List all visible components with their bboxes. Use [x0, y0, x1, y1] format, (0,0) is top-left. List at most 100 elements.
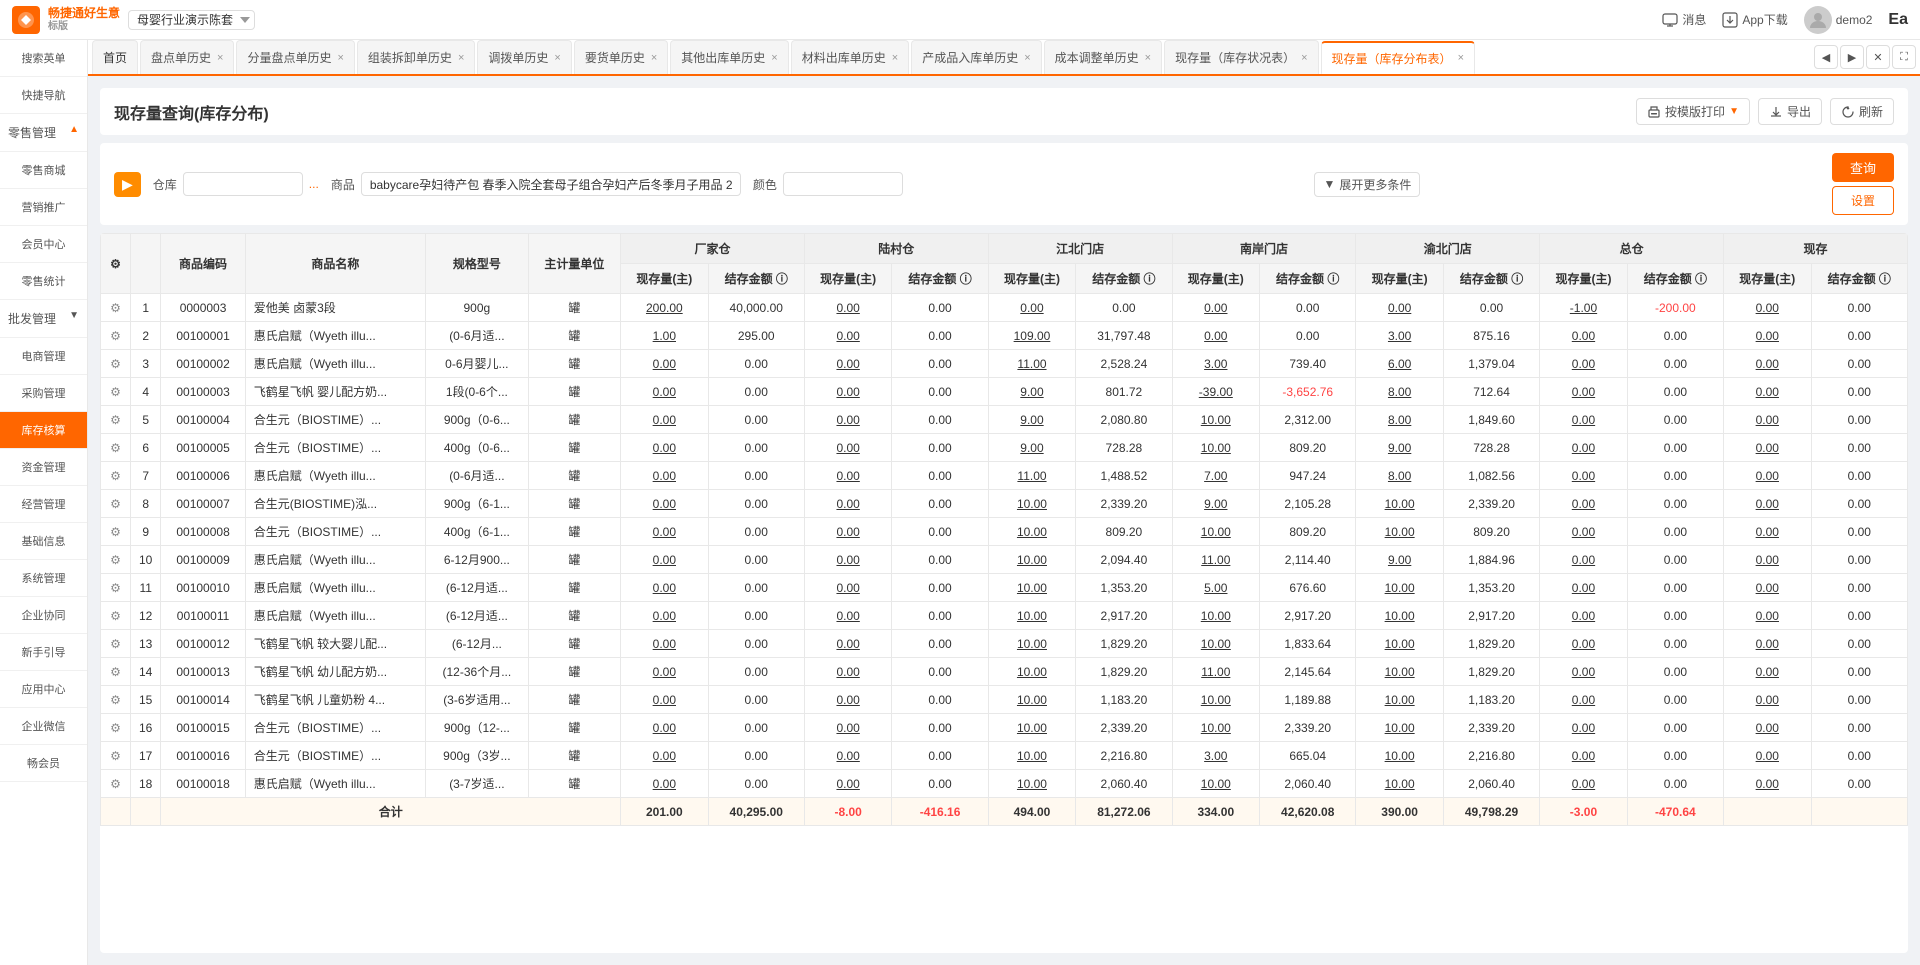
tab-close[interactable]: × [651, 52, 657, 64]
tab-transfer[interactable]: 调拨单历史× [477, 40, 571, 74]
row-yb-qty[interactable]: 0.00 [1356, 294, 1444, 322]
row-settings[interactable]: ⚙ [101, 322, 131, 350]
row-t-qty[interactable]: 0.00 [1540, 630, 1628, 658]
row-t-qty[interactable]: 0.00 [1540, 434, 1628, 462]
query-btn[interactable]: 查询 [1832, 153, 1894, 182]
row-settings[interactable]: ⚙ [101, 406, 131, 434]
row-cur-qty[interactable]: 0.00 [1724, 686, 1812, 714]
row-f-qty[interactable]: 0.00 [621, 490, 709, 518]
row-jb-qty[interactable]: 9.00 [988, 434, 1076, 462]
row-t-qty[interactable]: 0.00 [1540, 322, 1628, 350]
row-yb-qty[interactable]: 9.00 [1356, 546, 1444, 574]
row-settings[interactable]: ⚙ [101, 434, 131, 462]
tab-close[interactable]: × [554, 52, 560, 64]
row-f-qty[interactable]: 0.00 [621, 714, 709, 742]
row-na-qty[interactable]: 10.00 [1172, 770, 1260, 798]
tab-stock-status[interactable]: 现存量（库存状况表）× [1164, 40, 1318, 74]
sidebar-item-wholesale[interactable]: 批发管理▼ [0, 300, 87, 338]
sidebar-item-inventory[interactable]: 库存核算 [0, 412, 87, 449]
row-t-qty[interactable]: 0.00 [1540, 714, 1628, 742]
tab-next-btn[interactable]: ▶ [1840, 45, 1864, 69]
row-jb-qty[interactable]: 11.00 [988, 350, 1076, 378]
table-container[interactable]: ⚙ 商品编码 商品名称 规格型号 主计量单位 厂家仓 陆村仓 江北门店 南岸门店… [100, 233, 1908, 953]
sidebar-item-member[interactable]: 会员中心 [0, 226, 87, 263]
row-l-qty[interactable]: 0.00 [804, 406, 892, 434]
row-t-qty[interactable]: 0.00 [1540, 658, 1628, 686]
sidebar-item-guide[interactable]: 新手引导 [0, 634, 87, 671]
row-f-qty[interactable]: 0.00 [621, 378, 709, 406]
row-f-qty[interactable]: 0.00 [621, 686, 709, 714]
tab-close[interactable]: × [771, 52, 777, 64]
sidebar-item-enterprise[interactable]: 企业协同 [0, 597, 87, 634]
row-f-qty[interactable]: 200.00 [621, 294, 709, 322]
row-yb-qty[interactable]: 3.00 [1356, 322, 1444, 350]
row-settings[interactable]: ⚙ [101, 378, 131, 406]
tab-home[interactable]: 首页 [92, 40, 138, 74]
tab-outbound[interactable]: 其他出库单历史× [670, 40, 788, 74]
row-t-qty[interactable]: 0.00 [1540, 378, 1628, 406]
row-yb-qty[interactable]: 10.00 [1356, 770, 1444, 798]
tab-material-out[interactable]: 材料出库单历史× [791, 40, 909, 74]
row-settings[interactable]: ⚙ [101, 546, 131, 574]
sidebar-item-finance[interactable]: 资金管理 [0, 449, 87, 486]
tab-product-in[interactable]: 产成品入库单历史× [911, 40, 1041, 74]
row-l-qty[interactable]: 0.00 [804, 742, 892, 770]
row-l-qty[interactable]: 0.00 [804, 574, 892, 602]
row-f-qty[interactable]: 0.00 [621, 770, 709, 798]
row-f-qty[interactable]: 0.00 [621, 350, 709, 378]
row-f-qty[interactable]: 0.00 [621, 742, 709, 770]
row-settings[interactable]: ⚙ [101, 490, 131, 518]
row-cur-qty[interactable]: 0.00 [1724, 490, 1812, 518]
row-yb-qty[interactable]: 8.00 [1356, 406, 1444, 434]
row-l-qty[interactable]: 0.00 [804, 378, 892, 406]
row-settings[interactable]: ⚙ [101, 658, 131, 686]
tab-close[interactable]: × [1024, 52, 1030, 64]
sidebar-item-search[interactable]: 搜索英单 [0, 40, 87, 77]
row-yb-qty[interactable]: 10.00 [1356, 490, 1444, 518]
messages-btn[interactable]: 消息 [1662, 11, 1706, 28]
row-jb-qty[interactable]: 10.00 [988, 602, 1076, 630]
row-l-qty[interactable]: 0.00 [804, 686, 892, 714]
row-f-qty[interactable]: 0.00 [621, 434, 709, 462]
row-cur-qty[interactable]: 0.00 [1724, 742, 1812, 770]
row-t-qty[interactable]: -1.00 [1540, 294, 1628, 322]
row-l-qty[interactable]: 0.00 [804, 490, 892, 518]
row-yb-qty[interactable]: 10.00 [1356, 742, 1444, 770]
row-cur-qty[interactable]: 0.00 [1724, 378, 1812, 406]
tab-close[interactable]: × [217, 52, 223, 64]
row-jb-qty[interactable]: 10.00 [988, 770, 1076, 798]
print-btn[interactable]: 按模版打印 ▼ [1636, 98, 1750, 125]
tab-close[interactable]: × [458, 52, 464, 64]
row-na-qty[interactable]: 0.00 [1172, 322, 1260, 350]
tab-partial-check[interactable]: 分量盘点单历史× [236, 40, 354, 74]
row-f-qty[interactable]: 0.00 [621, 658, 709, 686]
row-jb-qty[interactable]: 10.00 [988, 658, 1076, 686]
row-t-qty[interactable]: 0.00 [1540, 686, 1628, 714]
tab-prev-btn[interactable]: ◀ [1814, 45, 1838, 69]
row-na-qty[interactable]: 10.00 [1172, 406, 1260, 434]
row-jb-qty[interactable]: 10.00 [988, 518, 1076, 546]
row-cur-qty[interactable]: 0.00 [1724, 602, 1812, 630]
row-jb-qty[interactable]: 109.00 [988, 322, 1076, 350]
row-yb-qty[interactable]: 10.00 [1356, 630, 1444, 658]
row-settings[interactable]: ⚙ [101, 714, 131, 742]
row-yb-qty[interactable]: 10.00 [1356, 658, 1444, 686]
row-jb-qty[interactable]: 9.00 [988, 378, 1076, 406]
row-f-qty[interactable]: 0.00 [621, 546, 709, 574]
row-t-qty[interactable]: 0.00 [1540, 546, 1628, 574]
sidebar-item-system[interactable]: 系统管理 [0, 560, 87, 597]
row-cur-qty[interactable]: 0.00 [1724, 546, 1812, 574]
row-l-qty[interactable]: 0.00 [804, 518, 892, 546]
row-na-qty[interactable]: 5.00 [1172, 574, 1260, 602]
row-cur-qty[interactable]: 0.00 [1724, 406, 1812, 434]
row-yb-qty[interactable]: 6.00 [1356, 350, 1444, 378]
product-input[interactable] [361, 172, 741, 196]
tab-inventory-check[interactable]: 盘点单历史× [140, 40, 234, 74]
row-na-qty[interactable]: 10.00 [1172, 630, 1260, 658]
row-cur-qty[interactable]: 0.00 [1724, 770, 1812, 798]
row-jb-qty[interactable]: 9.00 [988, 406, 1076, 434]
row-f-qty[interactable]: 0.00 [621, 406, 709, 434]
row-na-qty[interactable]: 10.00 [1172, 714, 1260, 742]
row-t-qty[interactable]: 0.00 [1540, 602, 1628, 630]
sidebar-item-wechat[interactable]: 企业微信 [0, 708, 87, 745]
